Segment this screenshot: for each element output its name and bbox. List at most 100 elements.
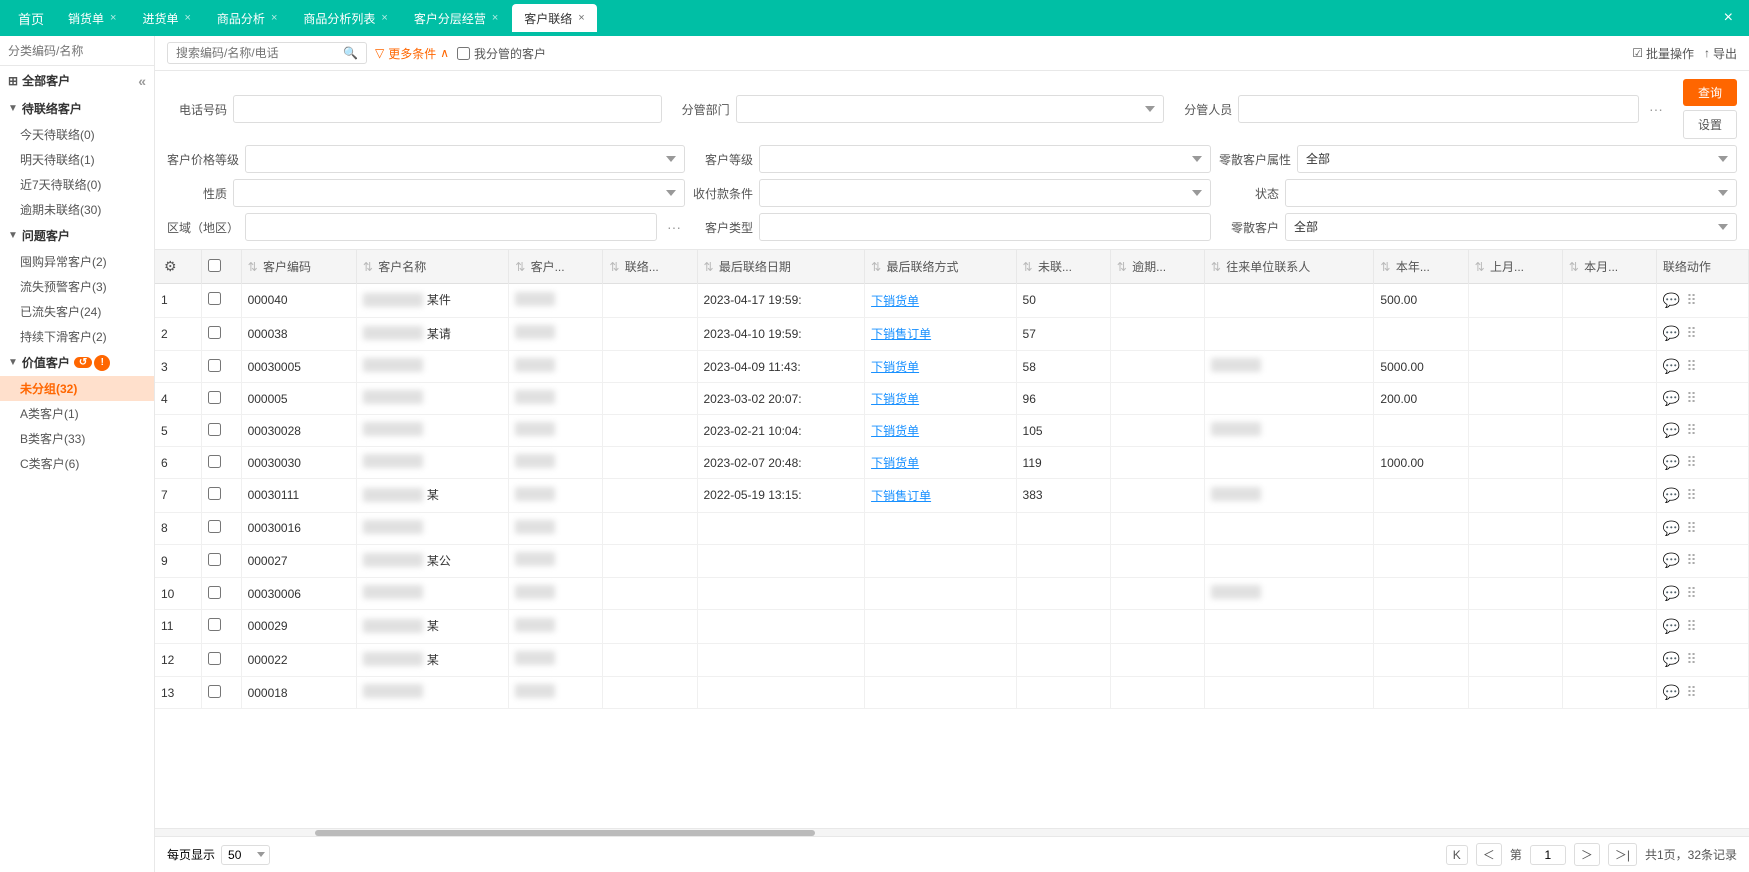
tab-customer-contact[interactable]: 客户联络 ×	[512, 4, 596, 32]
close-icon[interactable]: ×	[184, 12, 190, 24]
row-last-method[interactable]: 下销货单	[865, 284, 1016, 318]
col-last-date[interactable]: ⇅ 最后联络日期	[697, 250, 865, 284]
more-icon[interactable]: ···	[663, 219, 685, 235]
row-checkbox[interactable]	[208, 391, 221, 404]
more-actions-icon[interactable]: ⠿	[1686, 358, 1696, 375]
last-method-link[interactable]: 下销货单	[871, 424, 919, 438]
row-checkbox[interactable]	[208, 586, 221, 599]
message-icon[interactable]: 💬	[1663, 390, 1680, 407]
row-checkbox[interactable]	[208, 553, 221, 566]
sidebar-item-overdue-pending[interactable]: 逾期未联络(30)	[0, 197, 154, 222]
col-type[interactable]: ⇅ 客户...	[509, 250, 603, 284]
more-actions-icon[interactable]: ⠿	[1686, 651, 1696, 668]
col-name[interactable]: ⇅ 客户名称	[356, 250, 508, 284]
row-last-method[interactable]: 下销货单	[865, 351, 1016, 383]
customer-level-select[interactable]	[759, 145, 1211, 173]
batch-op-button[interactable]: ☑ 批量操作	[1632, 45, 1694, 62]
row-checkbox-cell[interactable]	[202, 544, 241, 578]
sidebar-item-class-b[interactable]: B类客户(33)	[0, 426, 154, 451]
row-last-method[interactable]	[865, 643, 1016, 677]
row-last-method[interactable]	[865, 512, 1016, 544]
sidebar-item-today-pending[interactable]: 今天待联络(0)	[0, 122, 154, 147]
more-actions-icon[interactable]: ⠿	[1686, 585, 1696, 602]
collapse-icon[interactable]: «	[138, 73, 146, 89]
message-icon[interactable]: 💬	[1663, 585, 1680, 602]
row-last-method[interactable]	[865, 610, 1016, 644]
area-input[interactable]	[245, 213, 657, 241]
first-page-button[interactable]: K	[1446, 845, 1468, 865]
message-icon[interactable]: 💬	[1663, 487, 1680, 504]
page-size-select[interactable]: 50 20 100	[221, 845, 270, 865]
row-checkbox[interactable]	[208, 618, 221, 631]
price-level-select[interactable]	[245, 145, 685, 173]
close-icon[interactable]: ×	[110, 12, 116, 24]
dept-select[interactable]	[736, 95, 1165, 123]
last-method-link[interactable]: 下销售订单	[871, 489, 931, 503]
more-actions-icon[interactable]: ⠿	[1686, 292, 1696, 309]
my-customers-check[interactable]	[457, 47, 470, 60]
close-icon[interactable]: ×	[578, 12, 584, 24]
sidebar-item-class-c[interactable]: C类客户(6)	[0, 451, 154, 476]
col-last-method[interactable]: ⇅ 最后联络方式	[865, 250, 1016, 284]
row-checkbox-cell[interactable]	[202, 447, 241, 479]
more-actions-icon[interactable]: ⠿	[1686, 684, 1696, 701]
row-checkbox[interactable]	[208, 326, 221, 339]
pending-group-title[interactable]: ▼ 待联络客户	[0, 95, 154, 122]
prev-page-button[interactable]: ＜	[1476, 843, 1502, 866]
horizontal-scrollbar[interactable]	[155, 828, 1749, 836]
row-last-method[interactable]: 下销售订单	[865, 479, 1016, 513]
message-icon[interactable]: 💬	[1663, 684, 1680, 701]
last-page-button[interactable]: ＞|	[1608, 843, 1637, 866]
tab-analysis[interactable]: 商品分析 ×	[205, 4, 289, 32]
sidebar-item-abnormal[interactable]: 囤购异常客户(2)	[0, 249, 154, 274]
sidebar-item-warning[interactable]: 流失预警客户(3)	[0, 274, 154, 299]
row-last-method[interactable]: 下销货单	[865, 447, 1016, 479]
row-last-method[interactable]	[865, 578, 1016, 610]
payment-select[interactable]	[759, 179, 1211, 207]
phone-input[interactable]	[233, 95, 662, 123]
row-last-method[interactable]: 下销货单	[865, 383, 1016, 415]
message-icon[interactable]: 💬	[1663, 520, 1680, 537]
message-icon[interactable]: 💬	[1663, 292, 1680, 309]
close-icon[interactable]: ×	[381, 12, 387, 24]
sidebar-item-declining[interactable]: 持续下滑客户(2)	[0, 324, 154, 349]
more-actions-icon[interactable]: ⠿	[1686, 520, 1696, 537]
last-method-link[interactable]: 下销货单	[871, 294, 919, 308]
customer-type-input[interactable]	[759, 213, 1211, 241]
tab-analysis-list[interactable]: 商品分析列表 ×	[291, 4, 399, 32]
message-icon[interactable]: 💬	[1663, 552, 1680, 569]
row-checkbox[interactable]	[208, 652, 221, 665]
row-checkbox-cell[interactable]	[202, 284, 241, 318]
sidebar-item-lost[interactable]: 已流失客户(24)	[0, 299, 154, 324]
sidebar-item-tomorrow-pending[interactable]: 明天待联络(1)	[0, 147, 154, 172]
col-this-month[interactable]: ⇅ 本月...	[1562, 250, 1656, 284]
export-button[interactable]: ↑ 导出	[1704, 45, 1737, 62]
message-icon[interactable]: 💬	[1663, 325, 1680, 342]
row-checkbox-cell[interactable]	[202, 479, 241, 513]
nature-select[interactable]	[233, 179, 685, 207]
more-actions-icon[interactable]: ⠿	[1686, 618, 1696, 635]
row-last-method[interactable]: 下销售订单	[865, 317, 1016, 351]
row-checkbox-cell[interactable]	[202, 578, 241, 610]
close-icon[interactable]: ×	[492, 12, 498, 24]
row-checkbox[interactable]	[208, 455, 221, 468]
tab-customer-segment[interactable]: 客户分层经营 ×	[402, 4, 510, 32]
select-all-checkbox[interactable]	[208, 259, 221, 272]
row-checkbox-cell[interactable]	[202, 643, 241, 677]
problem-group-title[interactable]: ▼ 问题客户	[0, 222, 154, 249]
col-overdue[interactable]: ⇅ 逾期...	[1110, 250, 1204, 284]
col-unit-contact[interactable]: ⇅ 往来单位联系人	[1204, 250, 1374, 284]
all-customers-header[interactable]: ⊞ 全部客户 «	[0, 66, 154, 95]
search-input[interactable]	[176, 46, 343, 60]
next-page-button[interactable]: ＞	[1574, 843, 1600, 866]
row-checkbox[interactable]	[208, 487, 221, 500]
row-checkbox-cell[interactable]	[202, 415, 241, 447]
row-checkbox-cell[interactable]	[202, 383, 241, 415]
scrollbar-thumb[interactable]	[315, 830, 815, 836]
sidebar-item-week-pending[interactable]: 近7天待联络(0)	[0, 172, 154, 197]
row-checkbox[interactable]	[208, 292, 221, 305]
last-method-link[interactable]: 下销货单	[871, 392, 919, 406]
row-checkbox[interactable]	[208, 685, 221, 698]
window-close-button[interactable]: ×	[1716, 9, 1741, 27]
more-actions-icon[interactable]: ⠿	[1686, 552, 1696, 569]
